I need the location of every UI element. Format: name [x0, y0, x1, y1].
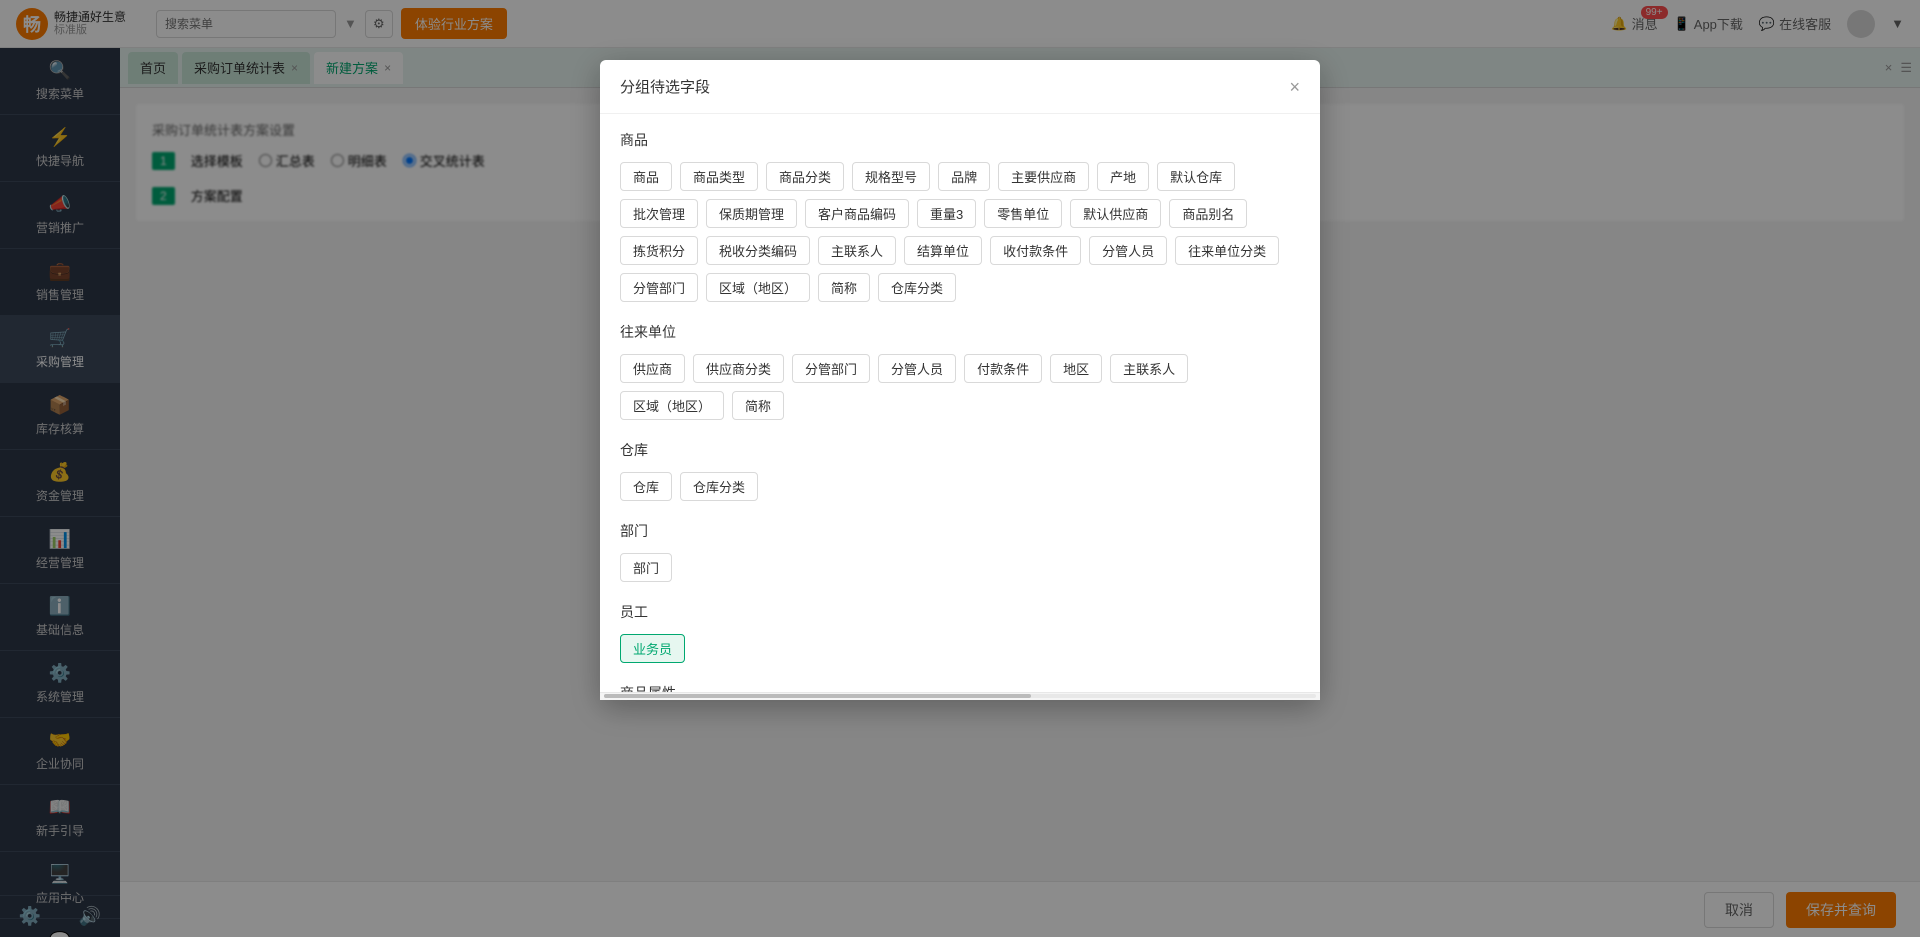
section-product-tags: 商品 商品类型 商品分类 规格型号 品牌 主要供应商 产地 默认仓库 批次管理 …	[620, 162, 1300, 302]
field-tag[interactable]: 分管部门	[620, 273, 698, 302]
modal-header: 分组待选字段 ×	[600, 60, 1320, 114]
field-tag[interactable]: 区域（地区）	[706, 273, 810, 302]
field-tag[interactable]: 部门	[620, 553, 672, 582]
field-tag[interactable]: 分管人员	[1089, 236, 1167, 265]
field-tag[interactable]: 默认供应商	[1070, 199, 1161, 228]
field-tag[interactable]: 保质期管理	[706, 199, 797, 228]
section-product-attr-title: 商品属性	[620, 683, 1300, 692]
field-tag[interactable]: 主联系人	[1110, 354, 1188, 383]
field-tag[interactable]: 主要供应商	[998, 162, 1089, 191]
field-tag[interactable]: 简称	[818, 273, 870, 302]
section-department-title: 部门	[620, 521, 1300, 541]
field-tag[interactable]: 规格型号	[852, 162, 930, 191]
section-employee: 员工 业务员	[620, 602, 1300, 663]
field-tag[interactable]: 拣货积分	[620, 236, 698, 265]
section-partner: 往来单位 供应商 供应商分类 分管部门 分管人员 付款条件 地区 主联系人 区域…	[620, 322, 1300, 420]
section-partner-tags: 供应商 供应商分类 分管部门 分管人员 付款条件 地区 主联系人 区域（地区） …	[620, 354, 1300, 420]
field-tag[interactable]: 付款条件	[964, 354, 1042, 383]
field-tag[interactable]: 收付款条件	[990, 236, 1081, 265]
section-employee-title: 员工	[620, 602, 1300, 622]
field-tag[interactable]: 供应商	[620, 354, 685, 383]
field-tag[interactable]: 重量3	[917, 199, 976, 228]
field-tag[interactable]: 主联系人	[818, 236, 896, 265]
modal-body[interactable]: 商品 商品 商品类型 商品分类 规格型号 品牌 主要供应商 产地 默认仓库 批次…	[600, 114, 1320, 692]
field-tag[interactable]: 简称	[732, 391, 784, 420]
section-employee-tags: 业务员	[620, 634, 1300, 663]
section-warehouse: 仓库 仓库 仓库分类	[620, 440, 1300, 501]
modal-close-button[interactable]: ×	[1289, 78, 1300, 96]
field-tag[interactable]: 税收分类编码	[706, 236, 810, 265]
field-tag[interactable]: 批次管理	[620, 199, 698, 228]
modal-overlay: 分组待选字段 × 商品 商品 商品类型 商品分类 规格型号 品牌 主要供应商 产…	[0, 0, 1920, 937]
modal-title: 分组待选字段	[620, 76, 710, 97]
field-tag[interactable]: 分管部门	[792, 354, 870, 383]
section-warehouse-title: 仓库	[620, 440, 1300, 460]
field-tag[interactable]: 仓库分类	[680, 472, 758, 501]
field-tag[interactable]: 品牌	[938, 162, 990, 191]
field-tag[interactable]: 区域（地区）	[620, 391, 724, 420]
field-tag[interactable]: 零售单位	[984, 199, 1062, 228]
field-tag[interactable]: 仓库分类	[878, 273, 956, 302]
field-tag[interactable]: 商品	[620, 162, 672, 191]
section-department: 部门 部门	[620, 521, 1300, 582]
section-product-attr: 商品属性 属性 颜色 多规格 尺码 鞋码 1	[620, 683, 1300, 692]
field-tag[interactable]: 往来单位分类	[1175, 236, 1279, 265]
field-tag[interactable]: 商品别名	[1169, 199, 1247, 228]
section-department-tags: 部门	[620, 553, 1300, 582]
modal: 分组待选字段 × 商品 商品 商品类型 商品分类 规格型号 品牌 主要供应商 产…	[600, 60, 1320, 700]
field-tag[interactable]: 供应商分类	[693, 354, 784, 383]
field-tag[interactable]: 默认仓库	[1157, 162, 1235, 191]
field-tag[interactable]: 产地	[1097, 162, 1149, 191]
section-product-title: 商品	[620, 130, 1300, 150]
field-tag[interactable]: 仓库	[620, 472, 672, 501]
section-warehouse-tags: 仓库 仓库分类	[620, 472, 1300, 501]
field-tag[interactable]: 商品类型	[680, 162, 758, 191]
field-tag[interactable]: 分管人员	[878, 354, 956, 383]
section-product: 商品 商品 商品类型 商品分类 规格型号 品牌 主要供应商 产地 默认仓库 批次…	[620, 130, 1300, 302]
field-tag[interactable]: 客户商品编码	[805, 199, 909, 228]
field-tag[interactable]: 商品分类	[766, 162, 844, 191]
field-tag[interactable]: 结算单位	[904, 236, 982, 265]
field-tag[interactable]: 地区	[1050, 354, 1102, 383]
modal-bottom-scrollbar[interactable]	[600, 692, 1320, 700]
field-tag-salesperson[interactable]: 业务员	[620, 634, 685, 663]
section-partner-title: 往来单位	[620, 322, 1300, 342]
